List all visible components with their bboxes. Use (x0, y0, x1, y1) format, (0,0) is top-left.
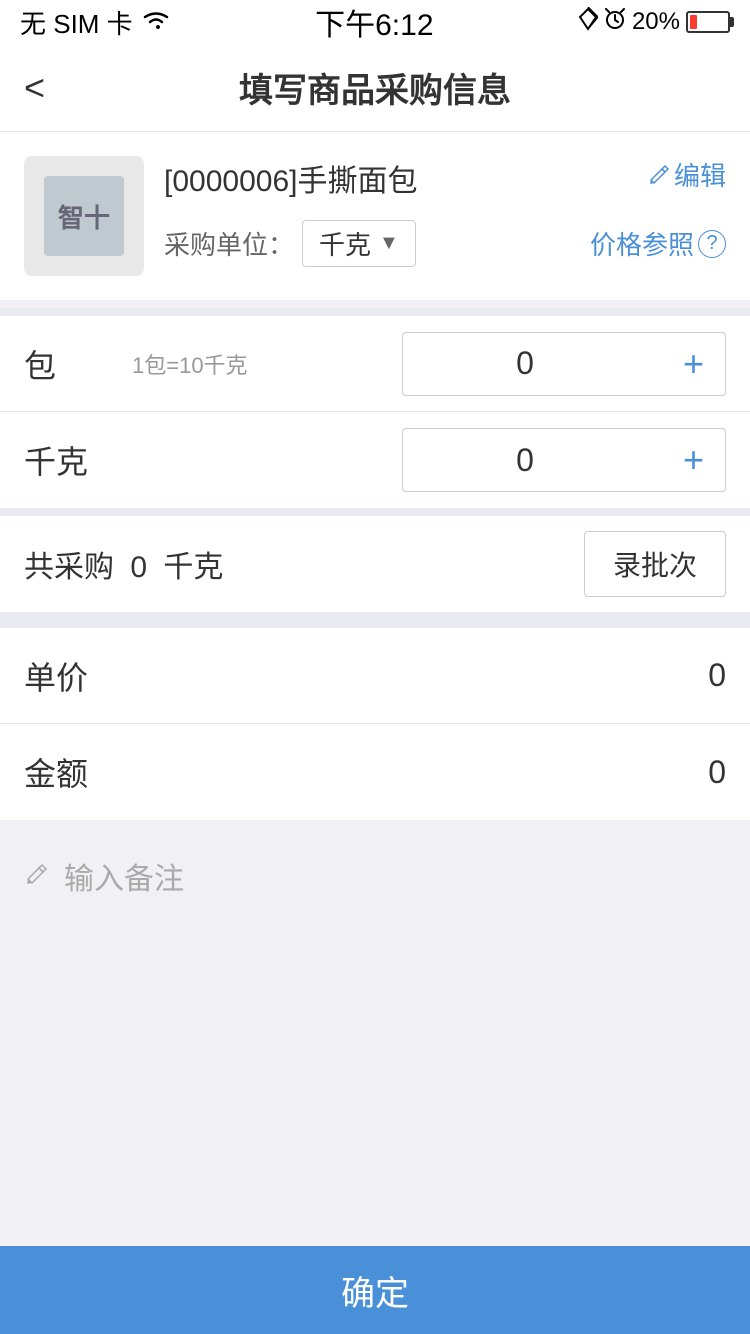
price-row-unit: 单价 0 (0, 628, 750, 724)
price-row-amount: 金额 0 (0, 724, 750, 820)
price-value-unit: 0 (708, 657, 726, 694)
product-name: [0000006]手撕面包 (164, 156, 417, 200)
input-field-wrap-kg: + (124, 428, 726, 492)
summary-row: 共采购 0 千克 录批次 (0, 516, 750, 612)
input-section: 包 1包=10千克 + 千克 + (0, 316, 750, 508)
edit-icon (648, 164, 670, 186)
page-title: 填写商品采购信息 (239, 63, 511, 112)
product-unit-row: 采购单位： 千克 ▼ 价格参照 ? (164, 220, 726, 267)
price-ref-label: 价格参照 (590, 225, 694, 262)
product-card: 智十 [0000006]手撕面包 编辑 采购单位： 千克 ▼ (0, 132, 750, 308)
price-label-amount: 金额 (24, 749, 88, 795)
input-row-kg: 千克 + (0, 412, 750, 508)
product-logo: 智十 (44, 176, 124, 256)
input-row-bao: 包 1包=10千克 + (0, 316, 750, 412)
confirm-button[interactable]: 确定 (341, 1266, 409, 1315)
input-field-wrap-bao: + (248, 332, 726, 396)
pencil-icon (24, 859, 52, 894)
section-divider-1 (0, 308, 750, 316)
back-button[interactable]: < (24, 67, 45, 109)
input-label-kg: 千克 (24, 437, 124, 483)
status-time: 下午6:12 (315, 0, 433, 44)
plus-button-bao[interactable]: + (662, 332, 726, 396)
edit-label: 编辑 (674, 156, 726, 193)
wifi-icon (141, 7, 171, 38)
location-icon (578, 7, 598, 38)
summary-unit: 千克 (163, 551, 223, 584)
price-label-unit: 单价 (24, 653, 88, 699)
footer-spacer (0, 924, 750, 1020)
summary-section: 共采购 0 千克 录批次 (0, 508, 750, 612)
summary-quantity: 0 (130, 551, 147, 584)
dropdown-icon: ▼ (379, 232, 399, 255)
input-field-bao[interactable] (402, 332, 662, 396)
edit-button[interactable]: 编辑 (648, 156, 726, 193)
unit-select[interactable]: 千克 ▼ (302, 220, 416, 267)
input-field-kg[interactable] (402, 428, 662, 492)
plus-button-kg[interactable]: + (662, 428, 726, 492)
product-info: [0000006]手撕面包 编辑 采购单位： 千克 ▼ 价格参照 ? (164, 156, 726, 267)
nav-bar: < 填写商品采购信息 (0, 44, 750, 132)
alarm-icon (604, 8, 626, 37)
battery-percent: 20% (632, 8, 680, 36)
battery-icon (686, 11, 730, 33)
notes-placeholder: 输入备注 (64, 854, 184, 898)
status-left: 无 SIM 卡 (20, 4, 171, 41)
product-image: 智十 (24, 156, 144, 276)
price-value-amount: 0 (708, 754, 726, 791)
section-divider-2 (0, 612, 750, 620)
footer[interactable]: 确定 (0, 1246, 750, 1334)
notes-section[interactable]: 输入备注 (0, 828, 750, 924)
batch-button[interactable]: 录批次 (584, 531, 726, 597)
price-section: 单价 0 金额 0 (0, 620, 750, 820)
input-sublabel-bao: 1包=10千克 (132, 348, 248, 380)
price-ref-button[interactable]: 价格参照 ? (590, 225, 726, 262)
status-right: 20% (578, 7, 730, 38)
summary-prefix: 共采购 (24, 551, 114, 584)
unit-label: 采购单位： (164, 225, 294, 262)
info-icon: ? (698, 230, 726, 258)
summary-text: 共采购 0 千克 (24, 542, 223, 586)
input-label-bao: 包 (24, 341, 124, 387)
product-name-row: [0000006]手撕面包 编辑 (164, 156, 726, 200)
status-bar: 无 SIM 卡 下午6:12 20% (0, 0, 750, 44)
unit-value: 千克 (319, 225, 371, 262)
carrier-label: 无 SIM 卡 (20, 4, 133, 41)
